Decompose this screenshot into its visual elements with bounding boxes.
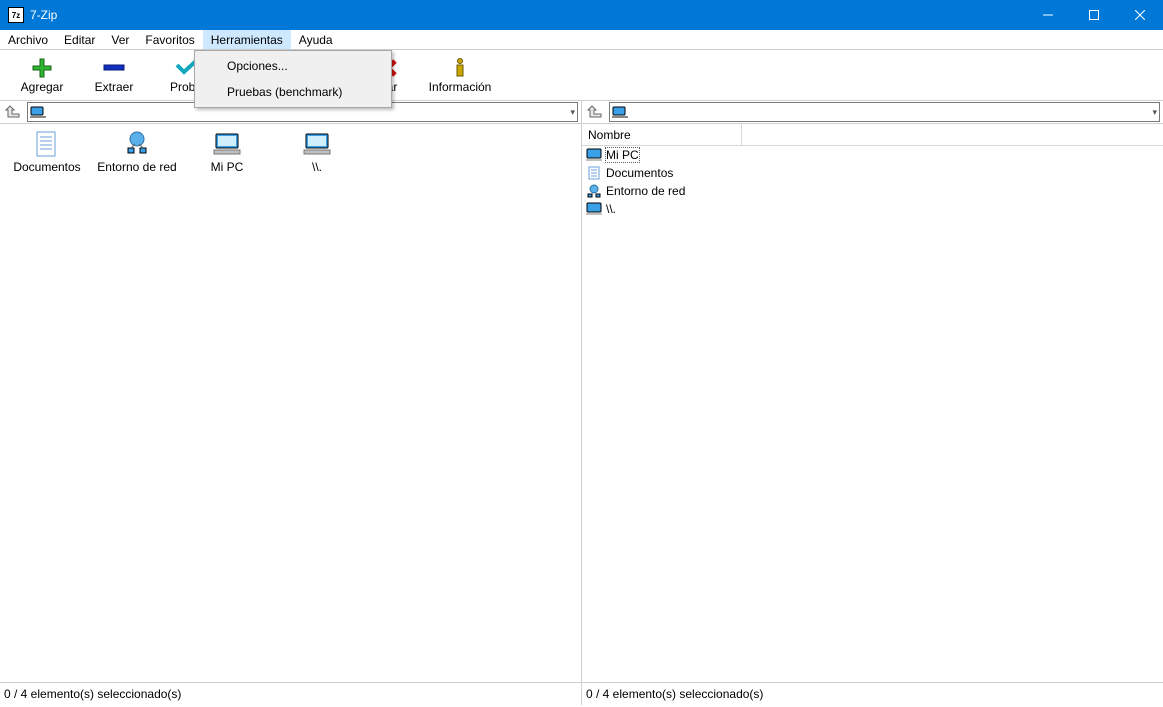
menu-ver[interactable]: Ver [103, 30, 137, 49]
column-nombre[interactable]: Nombre [582, 124, 742, 145]
up-button-left[interactable] [3, 102, 23, 122]
list-item[interactable]: \\. [582, 200, 1163, 218]
toolbar-info[interactable]: Información [424, 53, 496, 99]
path-combo-right[interactable]: ▾ [609, 102, 1160, 122]
menu-ayuda[interactable]: Ayuda [291, 30, 341, 49]
pane-left[interactable]: Documentos Entorno de red Mi PC \\. [0, 124, 582, 682]
pathbar-right: ▾ [581, 100, 1163, 124]
file-label: \\. [312, 160, 322, 174]
network-icon [121, 130, 153, 158]
computer-icon [30, 106, 46, 118]
file-item[interactable]: Entorno de red [92, 128, 182, 188]
file-item[interactable]: Documentos [2, 128, 92, 188]
file-label: Entorno de red [97, 160, 176, 174]
computer-icon [612, 106, 628, 118]
app-icon: 7z [8, 7, 24, 23]
list-item[interactable]: Mi PC [582, 146, 1163, 164]
maximize-button[interactable] [1071, 0, 1117, 30]
status-right: 0 / 4 elemento(s) seleccionado(s) [581, 683, 1163, 705]
minus-icon [103, 58, 125, 78]
list-item-label: Mi PC [606, 148, 639, 162]
info-icon [449, 58, 471, 78]
plus-icon [31, 58, 53, 78]
pane-right: Nombre Mi PC Documentos Entorno de red \… [582, 124, 1163, 682]
window-title: 7-Zip [30, 8, 57, 22]
doc-icon [586, 166, 602, 180]
pc-icon [301, 130, 333, 158]
column-header[interactable]: Nombre [582, 124, 1163, 146]
minimize-button[interactable] [1025, 0, 1071, 30]
file-item[interactable]: Mi PC [182, 128, 272, 188]
list-item[interactable]: Documentos [582, 164, 1163, 182]
titlebar: 7z 7-Zip [0, 0, 1163, 30]
right-list[interactable]: Mi PC Documentos Entorno de red \\. [582, 146, 1163, 682]
statusbar: 0 / 4 elemento(s) seleccionado(s) 0 / 4 … [0, 682, 1163, 705]
herramientas-dropdown: Opciones... Pruebas (benchmark) [194, 50, 392, 108]
toolbar-info-label: Información [429, 80, 492, 94]
file-label: Documentos [13, 160, 80, 174]
chevron-down-icon: ▾ [1152, 107, 1157, 118]
dropdown-opciones[interactable]: Opciones... [197, 53, 389, 79]
menu-herramientas[interactable]: Herramientas [203, 30, 291, 49]
menubar: Archivo Editar Ver Favoritos Herramienta… [0, 30, 1163, 50]
pc-icon [586, 202, 602, 216]
up-button-right[interactable] [585, 102, 605, 122]
close-button[interactable] [1117, 0, 1163, 30]
list-item[interactable]: Entorno de red [582, 182, 1163, 200]
dropdown-pruebas[interactable]: Pruebas (benchmark) [197, 79, 389, 105]
toolbar: Agregar Extraer Proba rrar Información [0, 50, 1163, 100]
menu-archivo[interactable]: Archivo [0, 30, 56, 49]
toolbar-extract[interactable]: Extraer [78, 53, 150, 99]
list-item-label: Entorno de red [606, 184, 685, 198]
network-icon [586, 184, 602, 198]
doc-icon [31, 130, 63, 158]
list-item-label: \\. [606, 202, 616, 216]
menu-editar[interactable]: Editar [56, 30, 103, 49]
toolbar-add-label: Agregar [21, 80, 64, 94]
file-label: Mi PC [211, 160, 244, 174]
toolbar-extract-label: Extraer [95, 80, 134, 94]
chevron-down-icon: ▾ [570, 107, 575, 118]
pc-icon [586, 148, 602, 162]
pc-icon [211, 130, 243, 158]
status-left: 0 / 4 elemento(s) seleccionado(s) [0, 683, 581, 705]
list-item-label: Documentos [606, 166, 673, 180]
file-item[interactable]: \\. [272, 128, 362, 188]
menu-favoritos[interactable]: Favoritos [137, 30, 202, 49]
toolbar-add[interactable]: Agregar [6, 53, 78, 99]
